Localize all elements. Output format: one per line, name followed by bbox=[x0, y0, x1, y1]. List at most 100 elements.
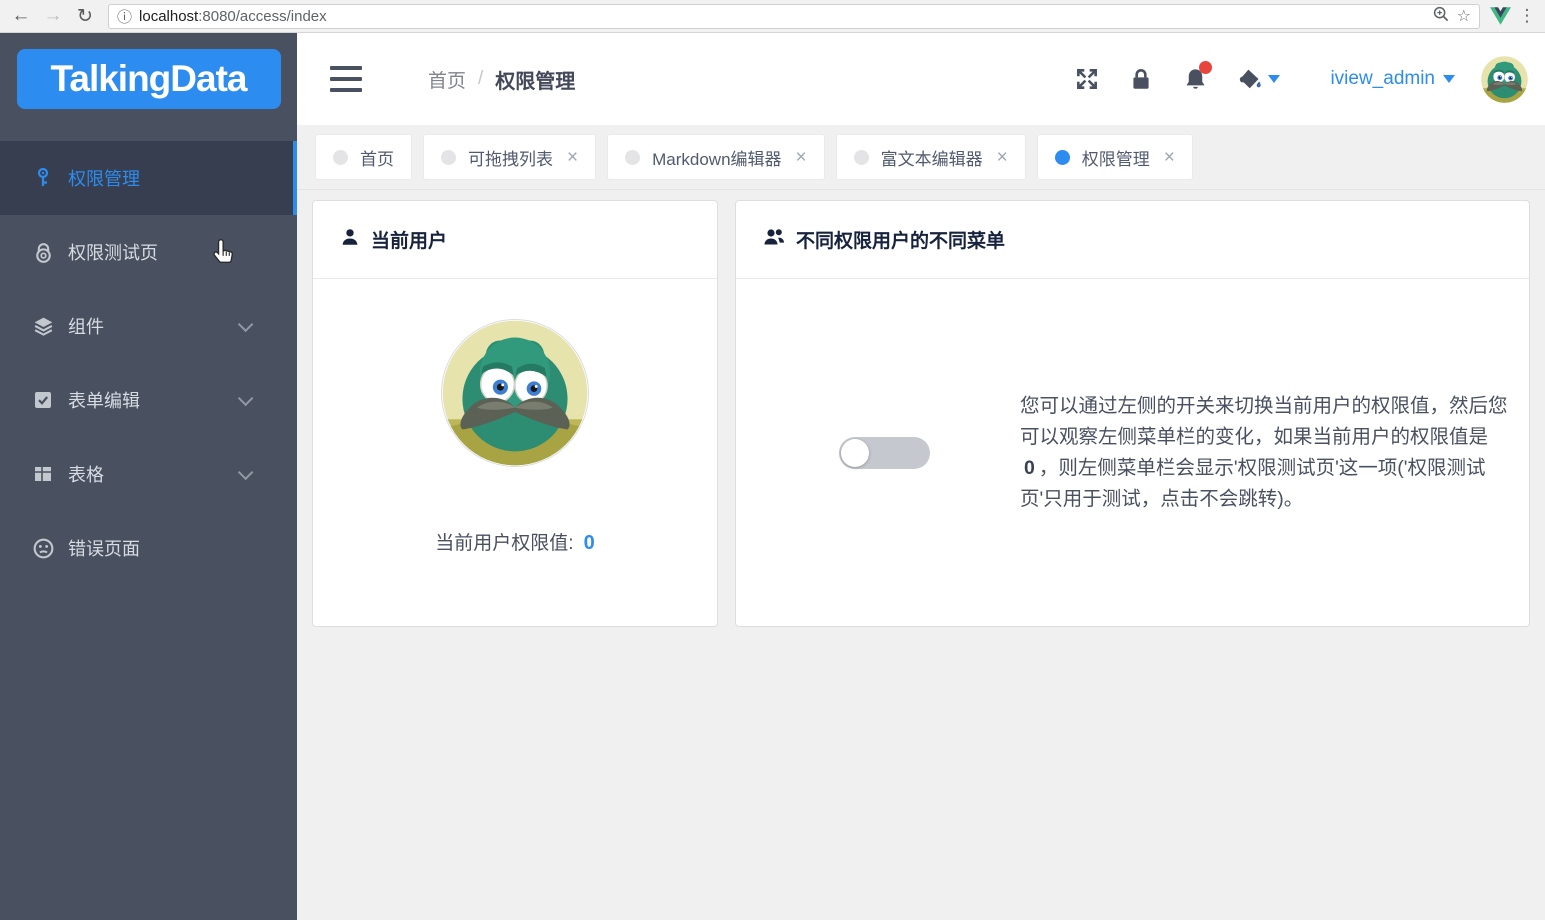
sidebar-item-error-pages[interactable]: 错误页面 bbox=[0, 511, 297, 585]
card-body: 您可以通过左侧的开关来切换当前用户的权限值，然后您可以观察左侧菜单栏的变化，如果… bbox=[736, 279, 1529, 627]
description-text: 您可以通过左侧的开关来切换当前用户的权限值，然后您可以观察左侧菜单栏的变化，如果… bbox=[1020, 395, 1508, 448]
breadcrumb: 首页 / 权限管理 bbox=[428, 65, 575, 94]
tab-dot bbox=[333, 149, 348, 165]
tab-rich-text-editor[interactable]: 富文本编辑器 × bbox=[835, 134, 1026, 180]
sidebar-item-access-admin[interactable]: 权限管理 bbox=[0, 141, 297, 215]
sidebar-item-label: 错误页面 bbox=[68, 539, 140, 559]
description-bold-value: 0 bbox=[1024, 457, 1035, 479]
url-bar[interactable]: ⓘ localhost:8080/access/index ☆ bbox=[108, 3, 1480, 29]
close-icon[interactable]: × bbox=[995, 148, 1008, 167]
open-page-tabs: 首页 可拖拽列表 × Markdown编辑器 × 富文本编辑器 × 权限管理 × bbox=[297, 125, 1545, 190]
tab-label: Markdown编辑器 bbox=[652, 149, 782, 169]
switch-knob bbox=[841, 439, 869, 467]
sidebar: TalkingData 权限管理 权限测试页 组件 表单编辑 表格 错误页面 bbox=[0, 33, 297, 920]
tab-label: 可拖拽列表 bbox=[468, 149, 553, 169]
screen: ← → ↻ ⓘ localhost:8080/access/index ☆ ⋮ … bbox=[0, 0, 1545, 920]
person-icon bbox=[339, 226, 361, 253]
chevron-down-icon bbox=[1443, 75, 1455, 83]
logo-area: TalkingData bbox=[0, 33, 297, 125]
tab-label: 富文本编辑器 bbox=[880, 149, 983, 169]
card-title: 当前用户 bbox=[371, 231, 448, 252]
lock-screen-icon[interactable] bbox=[1127, 65, 1155, 93]
sidebar-item-table[interactable]: 表格 bbox=[0, 437, 297, 511]
main-header: 首页 / 权限管理 iview_admin bbox=[297, 33, 1545, 125]
logo-text: TalkingData bbox=[50, 58, 248, 99]
bookmark-star-icon[interactable]: ☆ bbox=[1457, 6, 1471, 26]
card-title: 不同权限用户的不同菜单 bbox=[796, 231, 1006, 252]
current-user-avatar bbox=[441, 319, 589, 467]
sidebar-item-label: 权限管理 bbox=[68, 169, 140, 189]
sidebar-item-label: 表格 bbox=[68, 465, 104, 485]
tab-dot bbox=[625, 149, 641, 165]
tab-dot bbox=[441, 149, 456, 165]
tab-dot bbox=[853, 149, 869, 165]
vue-devtools-icon[interactable] bbox=[1490, 7, 1511, 25]
page-info-icon[interactable]: ⓘ bbox=[117, 6, 132, 27]
sidebar-item-components[interactable]: 组件 bbox=[0, 289, 297, 363]
menu-permission-card: 不同权限用户的不同菜单 您可以通过左侧的开关来切换当前用户的权限值，然后您可以观… bbox=[735, 200, 1530, 627]
tab-dot bbox=[1054, 149, 1070, 165]
fullscreen-icon[interactable] bbox=[1073, 65, 1101, 93]
permission-value: 0 bbox=[583, 532, 595, 554]
lock-icon bbox=[30, 239, 56, 265]
table-icon bbox=[30, 461, 56, 487]
breadcrumb-current: 权限管理 bbox=[495, 70, 576, 93]
sidebar-item-label: 权限测试页 bbox=[68, 243, 158, 263]
layers-icon bbox=[30, 313, 56, 339]
close-icon[interactable]: × bbox=[1162, 148, 1175, 167]
chevron-down-icon bbox=[1268, 75, 1281, 83]
paint-bucket-icon bbox=[1235, 65, 1263, 93]
sidebar-item-label: 表单编辑 bbox=[68, 391, 140, 411]
sidebar-item-access-test[interactable]: 权限测试页 bbox=[0, 215, 297, 289]
current-user-card: 当前用户 当前用户权限值: 0 bbox=[312, 200, 718, 627]
browser-refresh-icon[interactable]: ↻ bbox=[72, 5, 98, 28]
url-path: :8080/access/index bbox=[198, 7, 327, 25]
browser-forward-icon[interactable]: → bbox=[40, 5, 66, 27]
permission-value-label: 当前用户权限值: bbox=[435, 533, 574, 554]
close-icon[interactable]: × bbox=[565, 148, 578, 167]
tab-markdown-editor[interactable]: Markdown编辑器 × bbox=[607, 134, 825, 180]
url-host: localhost bbox=[139, 7, 199, 25]
breadcrumb-home[interactable]: 首页 bbox=[428, 66, 466, 93]
tab-home[interactable]: 首页 bbox=[315, 134, 412, 180]
sad-face-icon bbox=[30, 535, 56, 561]
chevron-down-icon bbox=[237, 464, 254, 480]
permission-description: 您可以通过左侧的开关来切换当前用户的权限值，然后您可以观察左侧菜单栏的变化，如果… bbox=[1020, 391, 1517, 515]
permission-switch[interactable] bbox=[839, 437, 930, 469]
sidebar-item-form-edit[interactable]: 表单编辑 bbox=[0, 363, 297, 437]
browser-chrome: ← → ↻ ⓘ localhost:8080/access/index ☆ ⋮ bbox=[0, 0, 1545, 33]
header-actions: iview_admin bbox=[1073, 56, 1545, 103]
key-icon bbox=[30, 165, 56, 191]
chevron-down-icon bbox=[237, 390, 254, 406]
user-avatar[interactable] bbox=[1481, 56, 1528, 103]
theme-switcher[interactable] bbox=[1235, 65, 1281, 93]
browser-back-icon[interactable]: ← bbox=[8, 5, 34, 27]
people-icon bbox=[762, 225, 786, 254]
tab-label: 首页 bbox=[360, 149, 394, 169]
card-body: 当前用户权限值: 0 bbox=[313, 279, 717, 555]
chevron-down-icon bbox=[237, 316, 254, 332]
talkingdata-logo[interactable]: TalkingData bbox=[16, 49, 281, 109]
hamburger-menu-icon[interactable] bbox=[330, 66, 362, 92]
checkbox-icon bbox=[30, 387, 56, 413]
card-header: 当前用户 bbox=[313, 201, 717, 279]
username: iview_admin bbox=[1330, 68, 1435, 89]
tab-draggable-list[interactable]: 可拖拽列表 × bbox=[423, 134, 597, 180]
notifications-bell-icon[interactable] bbox=[1181, 61, 1213, 93]
tab-label: 权限管理 bbox=[1081, 149, 1150, 169]
card-header: 不同权限用户的不同菜单 bbox=[736, 201, 1529, 279]
description-text: ，则左侧菜单栏会显示'权限测试页'这一项('权限测试页'只用于测试，点击不会跳转… bbox=[1020, 457, 1486, 510]
url-text[interactable]: localhost:8080/access/index bbox=[139, 8, 1425, 25]
sidebar-item-label: 组件 bbox=[68, 317, 104, 337]
user-dropdown[interactable]: iview_admin bbox=[1330, 68, 1455, 90]
permission-value-line: 当前用户权限值: 0 bbox=[313, 528, 717, 555]
page-content: 当前用户 当前用户权限值: 0 不同权限用户的不同菜单 您可以通过左侧的开关来切… bbox=[297, 190, 1545, 920]
tab-access-admin[interactable]: 权限管理 × bbox=[1036, 134, 1193, 180]
notification-badge bbox=[1199, 61, 1213, 74]
sidebar-menu: 权限管理 权限测试页 组件 表单编辑 表格 错误页面 bbox=[0, 125, 297, 585]
zoom-icon[interactable] bbox=[1432, 5, 1450, 28]
breadcrumb-separator: / bbox=[478, 68, 484, 89]
mouse-cursor bbox=[210, 238, 234, 273]
browser-menu-icon[interactable]: ⋮ bbox=[1517, 6, 1537, 26]
close-icon[interactable]: × bbox=[794, 148, 807, 167]
